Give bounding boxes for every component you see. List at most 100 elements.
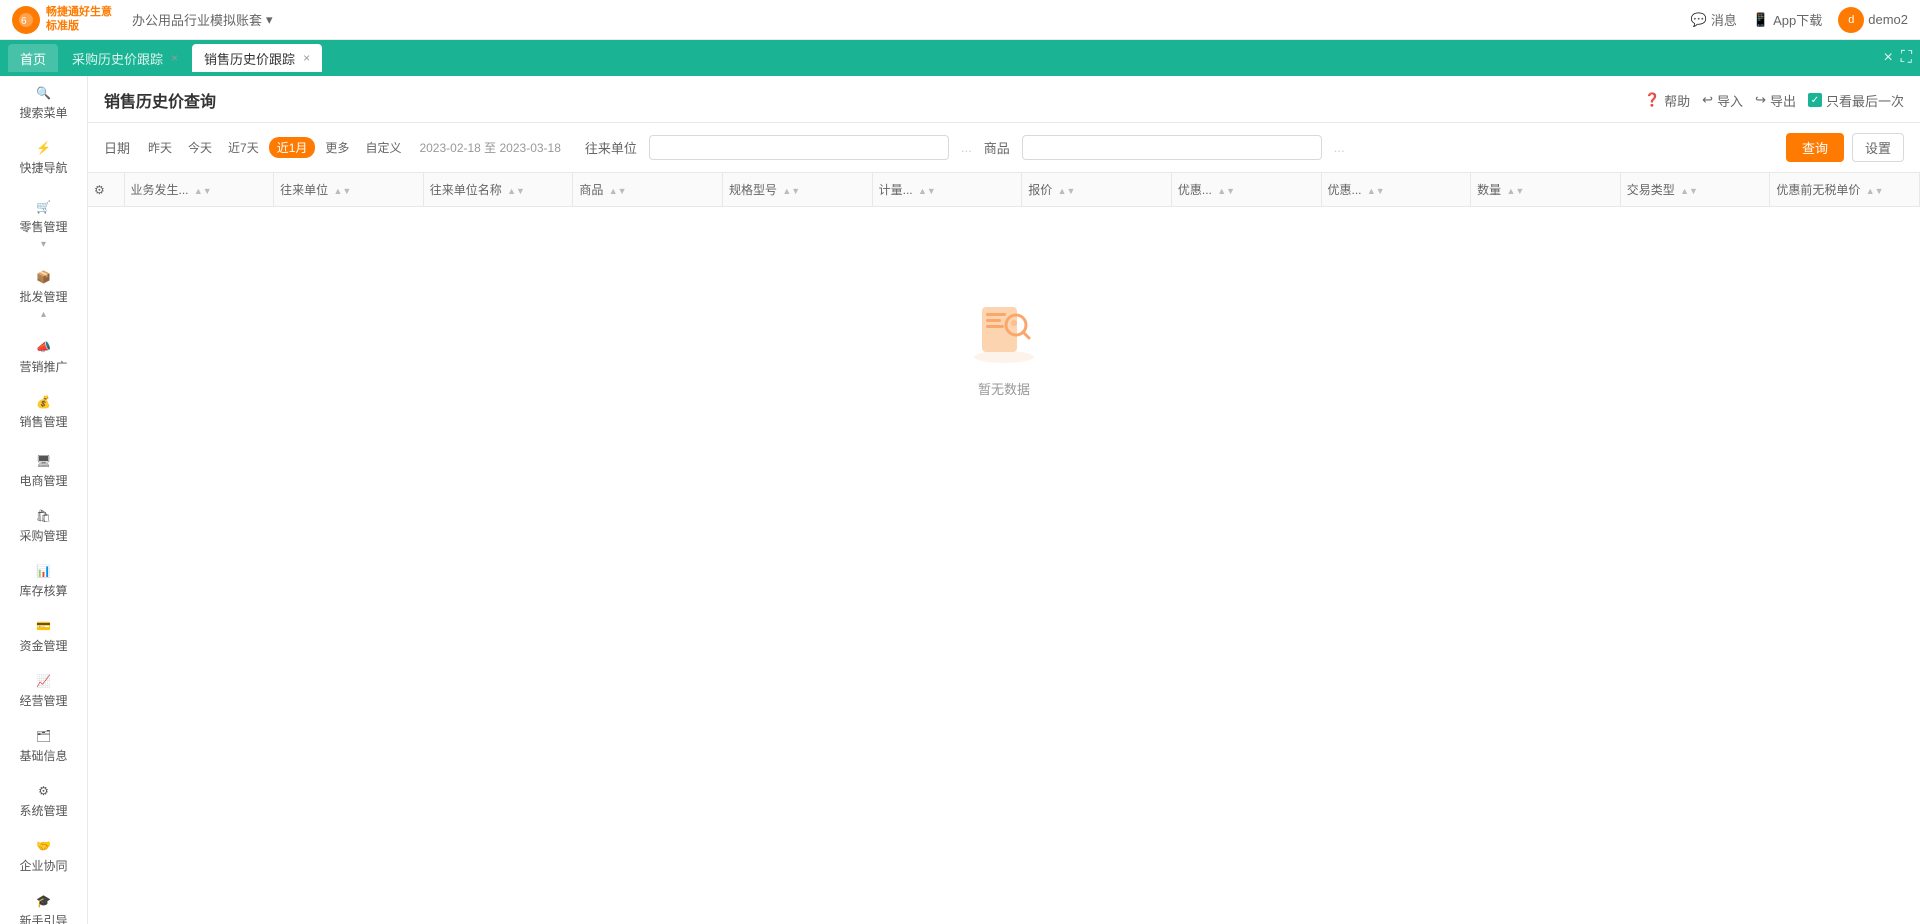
sort-icon: ▲▼ [333, 187, 351, 196]
chevron-up-icon: ▴ [41, 309, 46, 320]
fullscreen-button[interactable]: ⛶ [1901, 49, 1912, 67]
sidebar-item-marketing[interactable]: 📣 营销推广 [0, 330, 87, 385]
gear-icon: ⚙ [94, 183, 105, 197]
query-button[interactable]: 查询 [1786, 133, 1844, 162]
sidebar: 🔍 搜索菜单 ⚡ 快捷导航 🛒 零售管理 ▾ 📦 批发管理 ▴ 📣 营销推广 💰… [0, 76, 88, 924]
date-btn-7days[interactable]: 近7天 [222, 137, 265, 158]
th-partner-name[interactable]: 往来单位名称 ▲▼ [423, 173, 573, 207]
messages-button[interactable]: 💬 消息 [1691, 10, 1737, 29]
help-icon: ❓ [1644, 92, 1660, 108]
only-last-checkbox[interactable] [1808, 93, 1822, 107]
sort-icon: ▲▼ [1680, 187, 1698, 196]
th-unit[interactable]: 计量... ▲▼ [872, 173, 1022, 207]
chevron-down-icon: ▾ [41, 239, 46, 250]
goods-filter-input[interactable] [1022, 135, 1322, 160]
sort-icon: ▲▼ [1217, 187, 1235, 196]
date-btn-today[interactable]: 今天 [182, 137, 218, 158]
sidebar-item-ecommerce[interactable]: 🖥 电商管理 [0, 444, 87, 499]
settings-button[interactable]: 设置 [1852, 133, 1904, 162]
marketing-icon: 📣 [36, 340, 51, 354]
th-settings[interactable]: ⚙ [88, 173, 124, 207]
inventory-icon: 📊 [36, 564, 51, 578]
date-btn-1month[interactable]: 近1月 [269, 137, 316, 158]
search-icon: 🔍 [36, 86, 51, 100]
logo-area: 6 畅捷通好生意 标准版 [12, 6, 112, 34]
th-spec[interactable]: 规格型号 ▲▼ [723, 173, 873, 207]
th-discount2[interactable]: 优惠... ▲▼ [1321, 173, 1471, 207]
sort-icon: ▲▼ [1506, 187, 1524, 196]
sidebar-item-operations[interactable]: 📈 经营管理 [0, 664, 87, 719]
goods-filter-label: 商品 [984, 138, 1010, 157]
sidebar-item-wholesale[interactable]: 📦 批发管理 ▴ [0, 260, 87, 330]
th-discount1[interactable]: 优惠... ▲▼ [1171, 173, 1321, 207]
sidebar-item-enterprise[interactable]: 🤝 企业协同 [0, 829, 87, 884]
table-header-row: ⚙ 业务发生... ▲▼ 往来单位 ▲▼ 往来单位名称 ▲▼ [88, 173, 1920, 207]
filter-action-buttons: 查询 设置 [1786, 133, 1904, 162]
date-btn-yesterday[interactable]: 昨天 [142, 137, 178, 158]
sidebar-item-inventory[interactable]: 📊 库存核算 [0, 554, 87, 609]
app-download-button[interactable]: 📱 App下载 [1753, 10, 1822, 29]
sort-icon: ▲▼ [1058, 187, 1076, 196]
tab-sales[interactable]: 销售历史价跟踪 × [192, 44, 322, 72]
wholesale-icon: 📦 [36, 270, 51, 284]
top-bar-right: 💬 消息 📱 App下载 d demo2 [1691, 7, 1908, 33]
tab-purchase-close[interactable]: × [171, 51, 178, 65]
partner-filter-input[interactable] [649, 135, 949, 160]
only-last-checkbox-area[interactable]: 只看最后一次 [1808, 91, 1904, 110]
date-btn-custom[interactable]: 自定义 [359, 137, 407, 158]
sidebar-item-shortcut[interactable]: ⚡ 快捷导航 [0, 131, 87, 186]
chevron-down-icon: ▾ [266, 12, 273, 28]
sort-icon: ▲▼ [194, 187, 212, 196]
page-title-row: 销售历史价查询 ❓ 帮助 ↩ 导入 ↪ 导出 [104, 88, 1904, 112]
sidebar-item-sales[interactable]: 💰 销售管理 [0, 385, 87, 440]
app-selector-dropdown[interactable]: 办公用品行业模拟账套 ▾ [132, 10, 273, 29]
th-biz-date[interactable]: 业务发生... ▲▼ [124, 173, 274, 207]
guide-icon: 🎓 [36, 894, 51, 908]
retail-icon: 🛒 [36, 200, 51, 214]
sidebar-item-guide[interactable]: 🎓 新手引导 [0, 884, 87, 924]
page-title: 销售历史价查询 [104, 88, 216, 112]
tab-sales-close[interactable]: × [303, 51, 310, 65]
sidebar-item-purchase[interactable]: 🛍 采购管理 [0, 499, 87, 554]
user-menu[interactable]: d demo2 [1838, 7, 1908, 33]
import-button[interactable]: ↩ 导入 [1702, 91, 1743, 110]
sidebar-item-search[interactable]: 🔍 搜索菜单 [0, 76, 87, 131]
sort-icon: ▲▼ [918, 187, 936, 196]
close-all-tabs-button[interactable]: × [1883, 49, 1892, 67]
tab-home[interactable]: 首页 [8, 44, 58, 72]
finance-icon: 💳 [36, 619, 51, 633]
help-button[interactable]: ❓ 帮助 [1644, 91, 1690, 110]
th-partner-code[interactable]: 往来单位 ▲▼ [274, 173, 424, 207]
date-filter-label: 日期 [104, 138, 130, 157]
partner-filter-label: 往来单位 [585, 138, 637, 157]
sidebar-item-finance[interactable]: 💳 资金管理 [0, 609, 87, 664]
filter-row: 日期 昨天 今天 近7天 近1月 更多 自定义 2023-02-18 至 202… [88, 123, 1920, 173]
page-actions: ❓ 帮助 ↩ 导入 ↪ 导出 只看最后一次 [1644, 91, 1904, 110]
th-qty[interactable]: 数量 ▲▼ [1471, 173, 1621, 207]
avatar: d [1838, 7, 1864, 33]
date-btn-more[interactable]: 更多 [319, 137, 355, 158]
sort-icon: ▲▼ [1367, 187, 1385, 196]
sidebar-item-retail[interactable]: 🛒 零售管理 ▾ [0, 190, 87, 260]
export-button[interactable]: ↪ 导出 [1755, 91, 1796, 110]
ecommerce-icon: 🖥 [36, 454, 51, 468]
th-pretax-price[interactable]: 优惠前无税单价 ▲▼ [1770, 173, 1920, 207]
tab-purchase[interactable]: 采购历史价跟踪 × [60, 44, 190, 72]
partner-filter-more[interactable]: ... [961, 140, 972, 155]
basic-icon: 🗂 [36, 729, 51, 743]
th-goods[interactable]: 商品 ▲▼ [573, 173, 723, 207]
empty-state-text: 暂无数据 [978, 379, 1030, 398]
shortcut-icon: ⚡ [36, 141, 51, 155]
system-icon: ⚙ [38, 784, 49, 798]
th-quote[interactable]: 报价 ▲▼ [1022, 173, 1172, 207]
top-bar-left: 6 畅捷通好生意 标准版 办公用品行业模拟账套 ▾ [12, 6, 273, 34]
goods-filter-more[interactable]: ... [1334, 140, 1345, 155]
sidebar-item-basic[interactable]: 🗂 基础信息 [0, 719, 87, 774]
top-bar: 6 畅捷通好生意 标准版 办公用品行业模拟账套 ▾ 💬 消息 📱 App下载 d… [0, 0, 1920, 40]
sidebar-item-system[interactable]: ⚙ 系统管理 [0, 774, 87, 829]
logo-icon: 6 [12, 6, 40, 34]
mobile-icon: 📱 [1753, 12, 1769, 28]
tab-bar-actions: × ⛶ [1883, 49, 1912, 67]
th-trade-type[interactable]: 交易类型 ▲▼ [1620, 173, 1770, 207]
page-header: 销售历史价查询 ❓ 帮助 ↩ 导入 ↪ 导出 [88, 76, 1920, 123]
